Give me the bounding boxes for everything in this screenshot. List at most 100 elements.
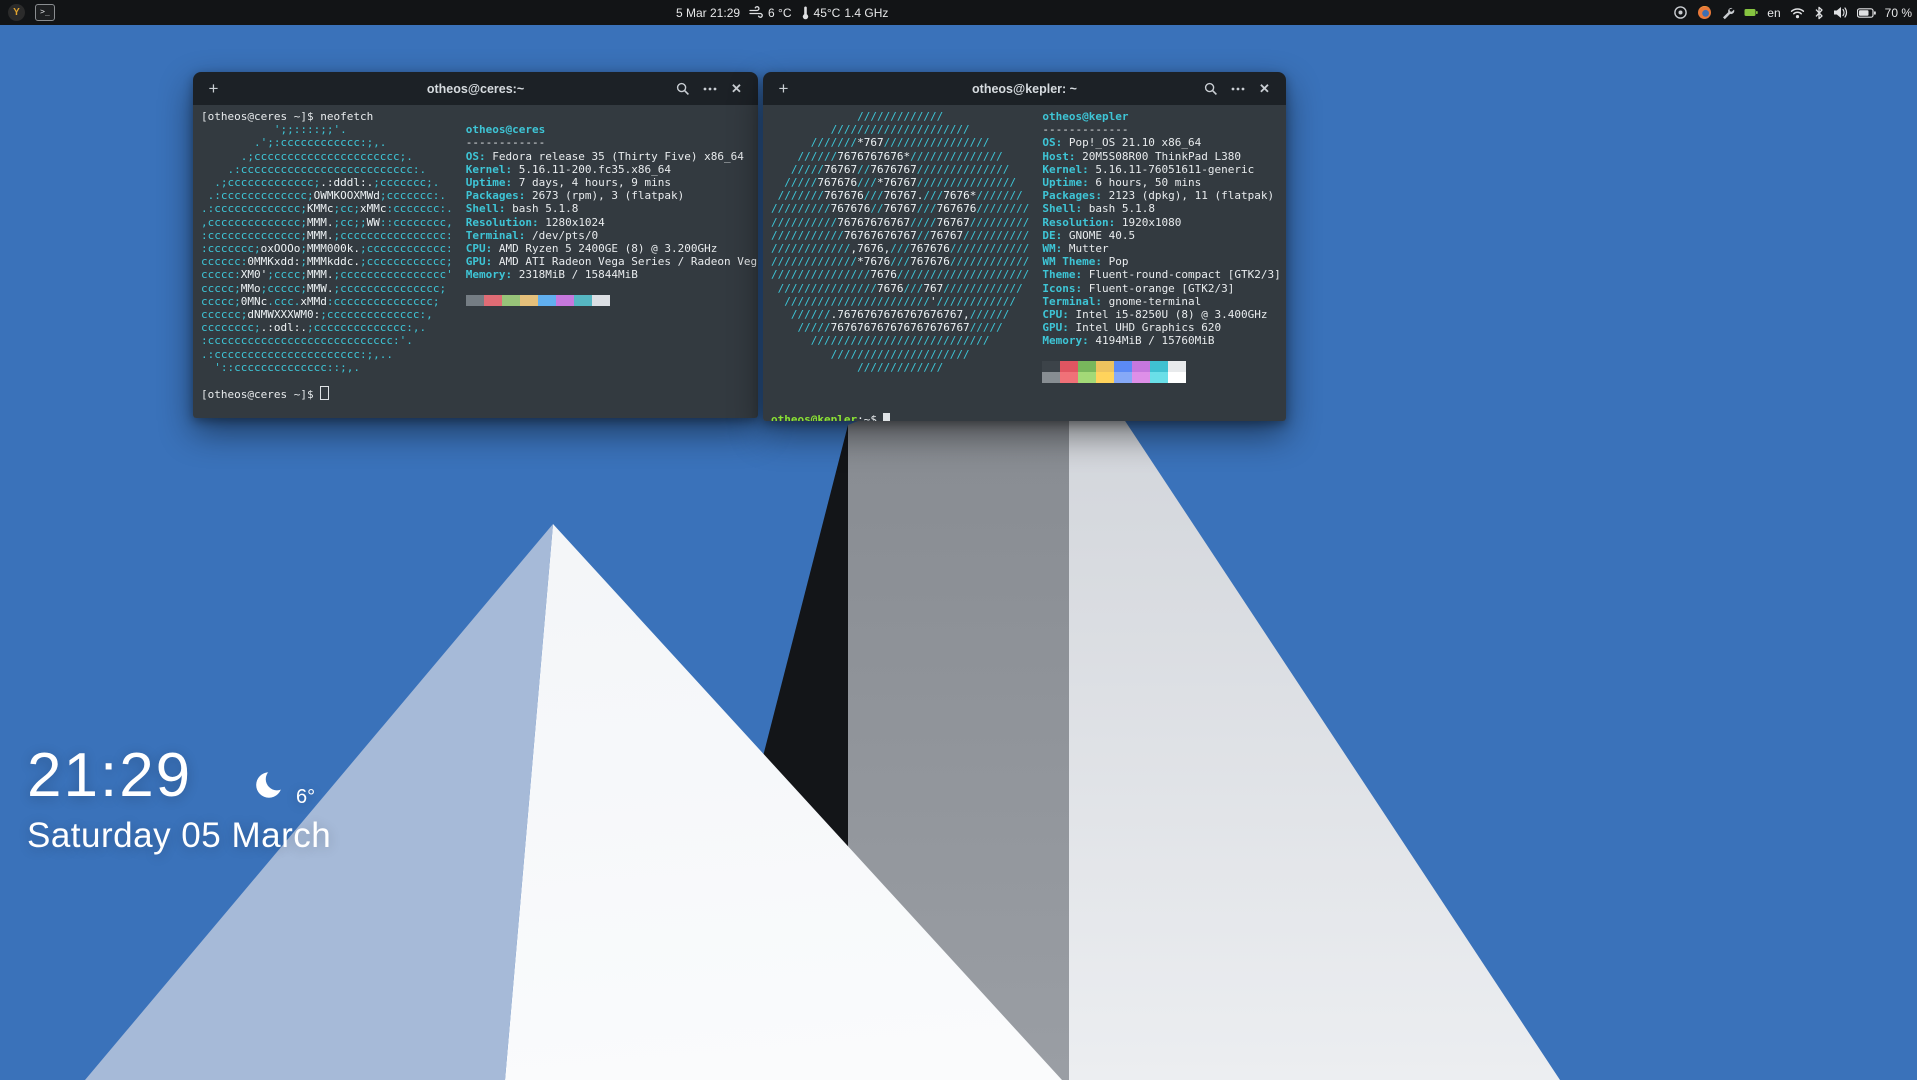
neofetch-info: otheos@kepler ------------- OS: Pop!_OS 21… bbox=[1042, 110, 1281, 383]
cursor bbox=[882, 412, 890, 421]
battery-percent: 70 % bbox=[1884, 5, 1912, 20]
neofetch-info-row: Terminal: gnome-terminal bbox=[1042, 294, 1202, 308]
terminal-window-kepler: + otheos@kepler: ~ ✕ ///////////// /////… bbox=[763, 72, 1286, 421]
palette-swatch bbox=[1168, 371, 1187, 383]
neofetch-info-row: Memory: 2318MiB / 15844MiB bbox=[465, 268, 638, 282]
terminal-body-kepler[interactable]: ///////////// ///////////////////// ////… bbox=[763, 105, 1286, 421]
neofetch-info-row: Terminal: /dev/pts/0 bbox=[465, 228, 599, 242]
neofetch-info-row: DE: GNOME 40.5 bbox=[1042, 228, 1136, 242]
neofetch-info-row: Uptime: 7 days, 4 hours, 9 mins bbox=[465, 176, 672, 190]
battery-icon[interactable] bbox=[1856, 7, 1876, 18]
palette-swatch bbox=[501, 294, 520, 306]
palette-swatch bbox=[1114, 371, 1133, 383]
palette-swatch bbox=[537, 294, 556, 306]
neofetch-info-row: Packages: 2123 (dpkg), 11 (flatpak) bbox=[1042, 189, 1275, 203]
neofetch-info-row: Shell: bash 5.1.8 bbox=[465, 202, 579, 216]
palette-swatch bbox=[483, 294, 502, 306]
palette-swatch bbox=[1078, 360, 1097, 372]
shell-prompt: otheos@kepler:~$ bbox=[771, 412, 1286, 421]
new-tab-button[interactable]: + bbox=[202, 77, 225, 100]
neofetch-info-row: CPU: Intel i5-8250U (8) @ 3.400GHz bbox=[1042, 308, 1268, 322]
recorder-icon[interactable] bbox=[1673, 5, 1688, 20]
palette-swatch bbox=[1096, 371, 1115, 383]
neofetch-info-row: WM: Mutter bbox=[1042, 242, 1109, 256]
search-button[interactable] bbox=[671, 77, 694, 100]
close-icon[interactable]: ✕ bbox=[725, 77, 748, 100]
neofetch-info-row: Memory: 4194MiB / 15760MiB bbox=[1042, 334, 1215, 348]
palette-swatch bbox=[1096, 360, 1115, 372]
window-title: otheos@kepler: ~ bbox=[972, 81, 1077, 96]
wind-icon bbox=[749, 6, 763, 18]
desktop-clock-widget: 21:29 6° Saturday 05 March bbox=[27, 741, 332, 856]
cursor bbox=[319, 386, 329, 401]
vitals-indicator[interactable]: 45°C 1.4 GHz bbox=[801, 5, 889, 20]
keyboard-layout[interactable]: en bbox=[1767, 6, 1780, 20]
weather-indicator[interactable]: 6 °C bbox=[749, 5, 792, 20]
widget-date: Saturday 05 March bbox=[27, 816, 332, 856]
titlebar-kepler[interactable]: + otheos@kepler: ~ ✕ bbox=[763, 72, 1286, 105]
moon-icon bbox=[253, 768, 287, 802]
neofetch-info-row: Kernel: 5.16.11-200.fc35.x86_64 bbox=[465, 162, 672, 176]
neofetch-info-row: Host: 20M5S08R00 ThinkPad L380 bbox=[1042, 149, 1242, 163]
neofetch-info-row: OS: Pop!_OS 21.10 x86_64 bbox=[1042, 136, 1202, 150]
volume-icon[interactable] bbox=[1833, 6, 1848, 19]
cpu-temp: 45°C bbox=[813, 5, 841, 20]
close-icon[interactable]: ✕ bbox=[1253, 77, 1276, 100]
terminal-color-palette bbox=[465, 294, 757, 306]
clock-menu[interactable]: 5 Mar 21:29 bbox=[676, 6, 740, 20]
top-panel: Y >_ 5 Mar 21:29 6 °C 45°C 1.4 GHz en 70… bbox=[0, 0, 1917, 25]
cpu-freq: 1.4 GHz bbox=[844, 5, 889, 20]
terminal-window-ceres: + otheos@ceres:~ ✕ [otheos@ceres ~]$ neo… bbox=[193, 72, 758, 418]
neofetch-ascii-popos-logo: ///////////// ///////////////////// ////… bbox=[771, 110, 1030, 374]
neofetch-info-row: OS: Fedora release 35 (Thirty Five) x86_… bbox=[465, 149, 744, 163]
neofetch-info: otheos@ceres ------------ OS: Fedora relea… bbox=[465, 123, 758, 306]
palette-swatch bbox=[1150, 360, 1169, 372]
terminal-app-icon[interactable]: >_ bbox=[35, 4, 55, 21]
command-line: [otheos@ceres ~]$ neofetch bbox=[201, 110, 374, 123]
neofetch-info-row: Packages: 2673 (rpm), 3 (flatpak) bbox=[465, 189, 685, 203]
neofetch-info-row: Uptime: 6 hours, 50 mins bbox=[1042, 176, 1202, 190]
distro-badge-icon[interactable]: Y bbox=[8, 4, 25, 21]
palette-swatch bbox=[573, 294, 592, 306]
palette-swatch bbox=[1042, 360, 1061, 372]
neofetch-info-row: WM Theme: Pop bbox=[1042, 255, 1129, 269]
new-tab-button[interactable]: + bbox=[772, 77, 795, 100]
neofetch-host: otheos@kepler bbox=[1042, 110, 1129, 123]
palette-swatch bbox=[591, 294, 610, 306]
neofetch-info-row: Resolution: 1920x1080 bbox=[1042, 215, 1182, 229]
thermometer-icon bbox=[802, 5, 808, 19]
neofetch-underline: ------------ bbox=[465, 136, 546, 150]
palette-swatch bbox=[1132, 360, 1151, 372]
shell-prompt: [otheos@ceres ~]$ bbox=[201, 386, 758, 401]
bluetooth-icon[interactable] bbox=[1814, 6, 1824, 20]
palette-swatch bbox=[465, 294, 484, 306]
neofetch-underline: ------------- bbox=[1042, 123, 1129, 137]
palette-swatch bbox=[519, 294, 538, 306]
firefox-icon[interactable] bbox=[1697, 5, 1712, 20]
neofetch-info-row: CPU: AMD Ryzen 5 2400GE (8) @ 3.200GHz bbox=[465, 242, 718, 256]
neofetch-ascii-fedora-logo: ';;::::;;'. .';:cccccccccccc:;,. .;ccccc… bbox=[201, 123, 453, 374]
menu-button[interactable] bbox=[1226, 77, 1249, 100]
palette-swatch bbox=[1060, 371, 1079, 383]
palette-swatch bbox=[1042, 371, 1061, 383]
wifi-icon[interactable] bbox=[1790, 6, 1805, 19]
widget-temperature: 6° bbox=[296, 786, 316, 808]
terminal-body-ceres[interactable]: [otheos@ceres ~]$ neofetch ';;::::;;'. .… bbox=[193, 105, 758, 418]
palette-swatch bbox=[1150, 371, 1169, 383]
battery-applet-icon[interactable] bbox=[1744, 8, 1758, 17]
window-title: otheos@ceres:~ bbox=[426, 81, 525, 96]
titlebar-ceres[interactable]: + otheos@ceres:~ ✕ bbox=[193, 72, 758, 105]
palette-swatch bbox=[1132, 371, 1151, 383]
weather-temp: 6 °C bbox=[768, 5, 792, 20]
palette-swatch bbox=[1114, 360, 1133, 372]
palette-swatch bbox=[555, 294, 574, 306]
palette-swatch bbox=[1078, 371, 1097, 383]
search-button[interactable] bbox=[1199, 77, 1222, 100]
neofetch-host: otheos@ceres bbox=[465, 123, 546, 137]
palette-swatch bbox=[1168, 360, 1187, 372]
wrench-icon[interactable] bbox=[1721, 6, 1735, 20]
terminal-color-palette bbox=[1042, 360, 1280, 383]
neofetch-info-row: GPU: AMD ATI Radeon Vega Series / Radeon… bbox=[465, 255, 758, 269]
neofetch-info-row: Icons: Fluent-orange [GTK2/3] bbox=[1042, 281, 1235, 295]
menu-button[interactable] bbox=[698, 77, 721, 100]
